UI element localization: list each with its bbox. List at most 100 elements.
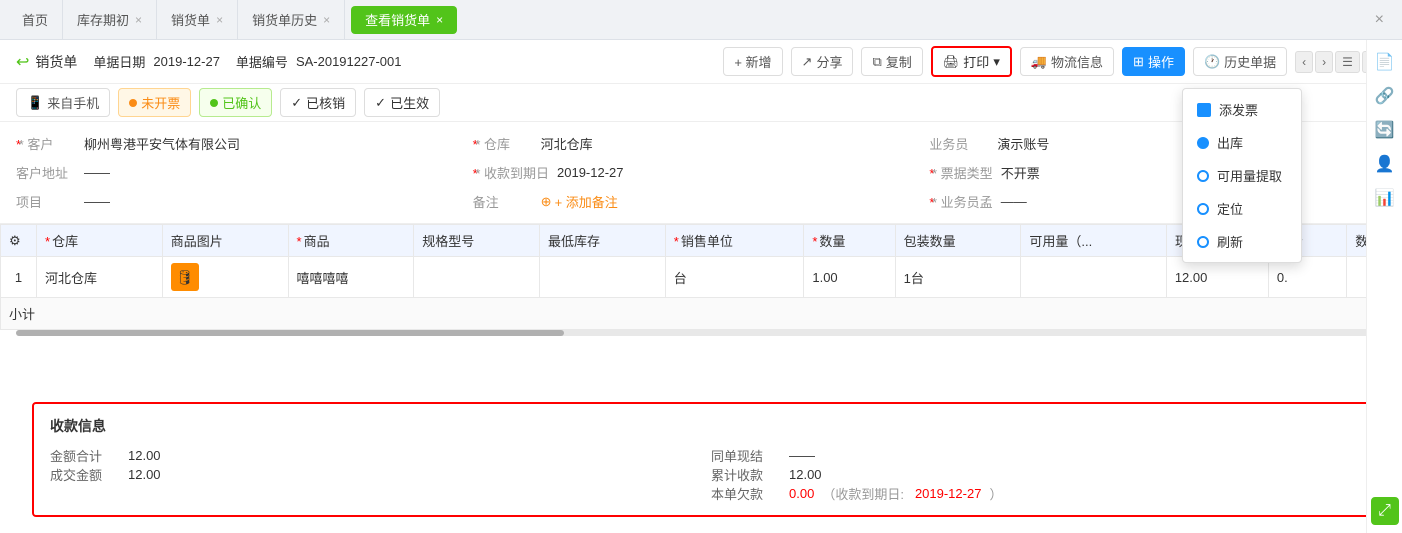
list-view-button[interactable]: ☰ [1335,51,1360,73]
sidebar-doc-icon[interactable]: 📄 [1371,48,1399,76]
cash-value: —— [789,448,815,463]
meta-date-label: 单据日期 [93,52,145,71]
refresh-icon [1197,236,1209,248]
th-spec: 规格型号 [414,225,540,257]
tab-inventory-close[interactable]: × [135,13,142,27]
meta-no-value: SA-20191227-001 [296,54,402,69]
deal-amount-value: 12.00 [128,467,161,482]
note-field: 备注 ⊕ + 添加备注 [473,192,930,211]
bottom-section: 收款信息 金额合计 12.00 成交金额 12.00 [0,394,1402,533]
print-icon: 🖨 [943,54,960,70]
phone-icon: 📱 [27,95,43,111]
payment-title: 收款信息 [50,416,1352,436]
tab-home[interactable]: 首页 [8,0,63,40]
th-pkg-qty: 包装数量 [895,225,1021,257]
row-spec [414,257,540,298]
copy-button[interactable]: ⧉ 复制 [861,47,922,76]
cumulative-label: 累计收款 [711,465,781,484]
operate-button[interactable]: ⊞ 操作 [1122,47,1185,76]
form-title-text: 销货单 [35,52,77,72]
project-field: 项目 —— [16,192,473,211]
tab-sales[interactable]: 销货单 × [157,0,238,40]
next-button[interactable]: › [1315,51,1333,73]
outbound-icon [1197,137,1209,149]
form-meta-date: 单据日期 2019-12-27 [93,52,220,71]
salesman2-field: * * 业务员孟 —— [929,192,1386,211]
th-settings[interactable]: ⚙ [1,225,37,257]
print-dropdown-icon: ▾ [993,54,1000,70]
sidebar-user-icon[interactable]: 👤 [1371,150,1399,178]
scroll-indicator[interactable] [16,330,1386,336]
payment-rows: 金额合计 12.00 成交金额 12.00 同单现结 —— [50,446,1352,503]
project-value: —— [84,194,110,209]
sidebar-link-icon[interactable]: 🔗 [1371,82,1399,110]
address-field: 客户地址 —— [16,163,473,182]
row-warehouse: 河北仓库 [37,257,163,298]
tab-inventory[interactable]: 库存期初 × [63,0,157,40]
prev-button[interactable]: ‹ [1295,51,1313,73]
due-amount-value: 0.00 [789,486,814,501]
ticket-field: * * 票据类型 不开票 [929,163,1386,182]
menu-add-invoice[interactable]: 添发票 [1183,93,1301,126]
add-invoice-icon [1197,103,1211,117]
effective-icon: ✓ [375,95,386,111]
menu-outbound[interactable]: 出库 [1183,126,1301,159]
scroll-thumb [16,330,564,336]
menu-available-extract[interactable]: 可用量提取 [1183,159,1301,192]
due-amount-row: 本单欠款 0.00 （收款到期日: 2019-12-27 ） [711,484,1352,503]
print-button[interactable]: 🖨 打印 ▾ [931,46,1012,77]
add-note-button[interactable]: ⊕ + 添加备注 [541,192,618,211]
subtotal-label: 小计 [1,298,1402,330]
row-available [1021,257,1166,298]
form-title-icon: ↩ [16,52,29,72]
share-button[interactable]: ↗ 分享 [791,47,854,76]
cancel-sale-button[interactable]: ✓ 已核销 [280,88,356,117]
menu-locate[interactable]: 定位 [1183,192,1301,225]
tab-view-sales[interactable]: 查看销货单 × [351,6,457,34]
th-available: 可用量（... [1021,225,1166,257]
window-close[interactable]: × [1365,11,1394,29]
tab-view-sales-close[interactable]: × [436,13,443,27]
menu-refresh[interactable]: 刷新 [1183,225,1301,258]
cash-label: 同单现结 [711,446,781,465]
tab-sales-history-close[interactable]: × [323,13,330,27]
effective-button[interactable]: ✓ 已生效 [364,88,440,117]
tab-bar: 首页 库存期初 × 销货单 × 销货单历史 × 查看销货单 × × [0,0,1402,40]
row-img: 🛢 [162,257,288,298]
th-img: 商品图片 [162,225,288,257]
form-header: ↩ 销货单 单据日期 2019-12-27 单据编号 SA-20191227-0… [0,40,1402,84]
cash-row: 同单现结 —— [711,446,1352,465]
sidebar-refresh-icon[interactable]: 🔄 [1371,116,1399,144]
total-amount-row: 金额合计 12.00 [50,446,691,465]
from-phone-button[interactable]: 📱 来自手机 [16,88,110,117]
address-value: —— [84,165,110,180]
available-extract-icon [1197,170,1209,182]
warehouse-field: * * 仓库 河北仓库 [473,134,930,153]
row-no: 1 [1,257,37,298]
app-wrapper: 首页 库存期初 × 销货单 × 销货单历史 × 查看销货单 × × ↩ 销货单 [0,0,1402,533]
history-icon: 🕐 [1204,54,1220,70]
sidebar-chart-icon[interactable]: 📊 [1371,184,1399,212]
new-button[interactable]: + 新增 [723,47,782,76]
confirmed-button[interactable]: 已确认 [199,88,272,117]
deal-amount-row: 成交金额 12.00 [50,465,691,484]
row-qty: 1.00 [804,257,895,298]
tab-sales-close[interactable]: × [216,13,223,27]
history-button[interactable]: 🕐 历史单据 [1193,47,1287,76]
salesman2-value: —— [1001,194,1027,209]
warehouse-value: 河北仓库 [541,134,593,153]
form-actions: + 新增 ↗ 分享 ⧉ 复制 🖨 打印 ▾ 🚚 物流信息 [723,46,1386,77]
logistics-button[interactable]: 🚚 物流信息 [1020,47,1114,76]
logistics-icon: 🚚 [1031,54,1047,70]
right-sidebar: 📄 🔗 🔄 👤 📊 ⤢ [1366,40,1402,533]
payment-right: 同单现结 —— 累计收款 12.00 本单欠款 0.00 （收款到期日: 201… [711,446,1352,503]
not-opened-button[interactable]: 未开票 [118,88,191,117]
due-date-field: * * 收款到期日 2019-12-27 [473,163,930,182]
tab-sales-history[interactable]: 销货单历史 × [238,0,345,40]
row-pkg-qty: 1台 [895,257,1021,298]
sidebar-expand-icon[interactable]: ⤢ [1371,497,1399,525]
product-image: 🛢 [171,263,199,291]
salesman-value: 演示账号 [997,134,1049,153]
subtotal-row: 小计 [1,298,1402,330]
row-product: 嘻嘻嘻嘻 [288,257,414,298]
